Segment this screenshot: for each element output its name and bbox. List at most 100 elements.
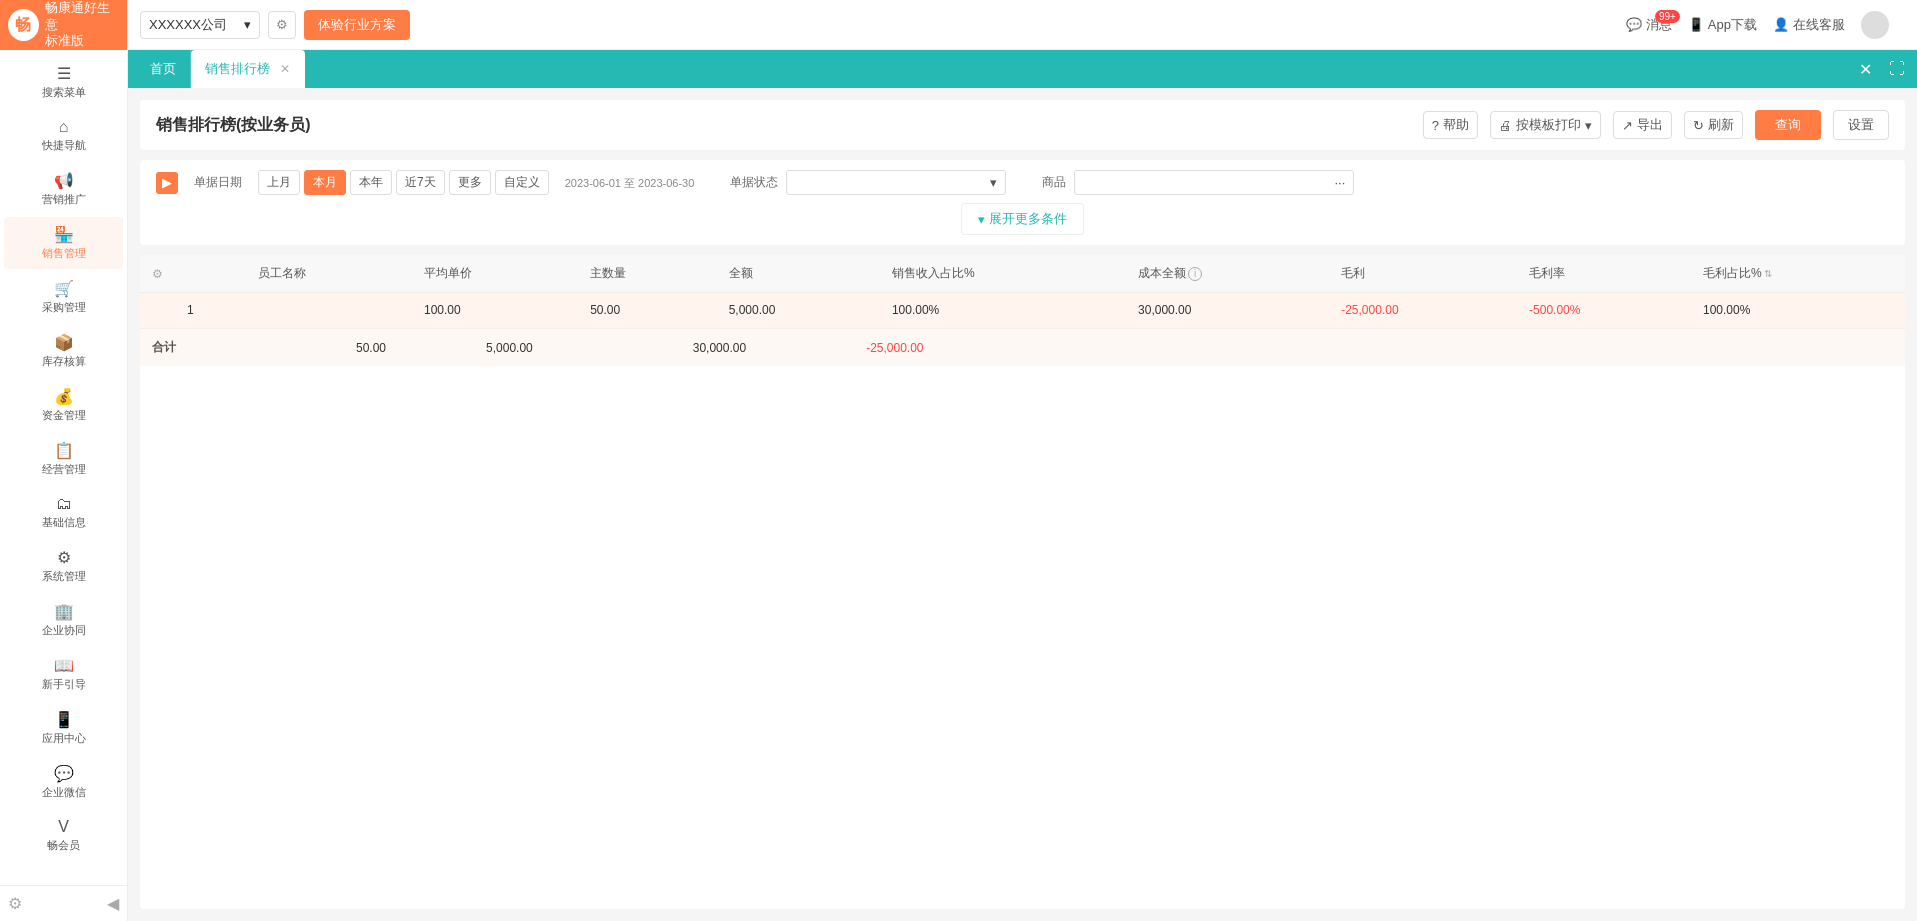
col-profit: 毛利	[1329, 255, 1517, 293]
sidebar-item-corp-wechat[interactable]: 💬 企业微信	[4, 756, 123, 808]
sidebar-item-base-info[interactable]: 🗂 基础信息	[4, 487, 123, 538]
company-selector[interactable]: XXXXXX公司 ▾	[140, 11, 260, 39]
date-custom[interactable]: 自定义	[495, 170, 549, 195]
date-more[interactable]: 更多	[449, 170, 491, 195]
filter-bar: ▶ 单据日期 上月 本月 本年 近7天 更多 自定义 2023-06-01 至 …	[140, 160, 1905, 245]
sidebar-item-purchase[interactable]: 🛒采购管理	[4, 271, 123, 323]
sidebar-item-system[interactable]: ⚙ 系统管理	[4, 540, 123, 592]
date-range: 2023-06-01 至 2023-06-30	[565, 176, 695, 191]
row-amount: 5,000.00	[717, 293, 880, 328]
date-options: 上月 本月 本年 近7天 更多 自定义	[258, 170, 549, 195]
sidebar-icon-corp-wechat: 💬	[54, 764, 74, 783]
row-qty: 50.00	[578, 293, 716, 328]
row-employee	[246, 293, 412, 328]
sidebar-item-sales[interactable]: 🏪销售管理	[4, 217, 123, 269]
sidebar-item-quick-nav[interactable]: ⌂ 快捷导航	[4, 110, 123, 161]
print-dropdown-icon: ▾	[1585, 118, 1592, 133]
online-service-button[interactable]: 👤 在线客服	[1773, 16, 1845, 34]
goods-input[interactable]: ···	[1074, 170, 1354, 195]
query-button[interactable]: 查询	[1755, 110, 1821, 140]
sidebar: 畅 畅康通好生意 标准版 ☰搜索菜单⌂快捷导航📢营销推广🏪销售管理🛒采购管理📦库…	[0, 0, 128, 921]
sidebar-item-member[interactable]: V畅会员	[4, 810, 123, 861]
trial-button[interactable]: 体验行业方案	[304, 10, 410, 40]
sidebar-icon-system: ⚙	[57, 548, 71, 567]
col-sales-pct: 销售收入占比%	[880, 255, 1126, 293]
col-settings[interactable]: ⚙	[140, 255, 175, 293]
sidebar-label-quick-nav: 快捷导航	[42, 138, 86, 153]
row-cost: 30,000.00	[1126, 293, 1329, 328]
sidebar-item-search-order[interactable]: ☰搜索菜单	[4, 56, 123, 108]
sidebar-settings-icon[interactable]: ⚙	[8, 894, 22, 913]
print-icon: 🖨	[1499, 118, 1512, 133]
topbar-right: 💬 消息 99+ 📱 App下载 👤 在线客服	[1626, 11, 1905, 39]
goods-filter: 商品 ···	[1042, 170, 1354, 195]
export-icon: ↗	[1622, 118, 1633, 133]
sidebar-icon-base-info: 🗂	[56, 495, 72, 513]
template-print-button[interactable]: 🖨 按模板打印 ▾	[1490, 111, 1601, 139]
cost-info-icon[interactable]: i	[1188, 267, 1202, 281]
date-current-month[interactable]: 本月	[304, 170, 346, 195]
sidebar-item-marketing[interactable]: 📢营销推广	[4, 163, 123, 215]
avatar[interactable]	[1861, 11, 1889, 39]
sidebar-item-app-center[interactable]: 📱应用中心	[4, 702, 123, 754]
sidebar-icon-member: V	[58, 818, 69, 836]
sidebar-item-inventory[interactable]: 📦库存核算	[4, 325, 123, 377]
date-current-year[interactable]: 本年	[350, 170, 392, 195]
tab-bar-actions: ✕ ⛶	[1853, 57, 1909, 81]
logo-text: 畅康通好生意 标准版	[45, 0, 119, 50]
tab-fullscreen-button[interactable]: ⛶	[1885, 57, 1909, 81]
footer-amount: 5,000.00	[486, 341, 533, 355]
tab-close-all-button[interactable]: ✕	[1853, 57, 1877, 81]
export-button[interactable]: ↗ 导出	[1613, 111, 1672, 139]
help-button[interactable]: ? 帮助	[1423, 111, 1478, 139]
topbar-gear-button[interactable]: ⚙	[268, 11, 296, 39]
message-badge: 99+	[1655, 10, 1680, 23]
sidebar-label-operations: 经营管理	[42, 462, 86, 477]
sidebar-label-system: 系统管理	[42, 569, 86, 584]
row-profit-pct: 100.00%	[1691, 293, 1905, 328]
goods-more-icon: ···	[1335, 175, 1346, 190]
tab-home[interactable]: 首页	[136, 50, 191, 88]
sidebar-item-finance[interactable]: 💰资金管理	[4, 379, 123, 431]
sidebar-collapse-icon[interactable]: ◀	[107, 894, 119, 913]
content-area: 销售排行榜(按业务员) ? 帮助 🖨 按模板打印 ▾ ↗ 导出 ↻ 刷新	[128, 88, 1917, 921]
date-last-7-days[interactable]: 近7天	[396, 170, 445, 195]
status-label: 单据状态	[730, 174, 778, 191]
filter-arrow-button[interactable]: ▶	[156, 172, 178, 194]
app-download-button[interactable]: 📱 App下载	[1688, 16, 1757, 34]
sidebar-item-corp-coop[interactable]: 🏢企业协同	[4, 594, 123, 646]
tab-sales-rank[interactable]: 销售排行榜 ✕	[191, 50, 305, 88]
message-button[interactable]: 💬 消息 99+	[1626, 16, 1672, 34]
row-sales-pct: 100.00%	[880, 293, 1126, 328]
status-select[interactable]: ▾	[786, 170, 1006, 195]
row-avg-price: 100.00	[412, 293, 578, 328]
sidebar-label-corp-wechat: 企业微信	[42, 785, 86, 800]
sidebar-label-purchase: 采购管理	[42, 300, 86, 315]
table-container: ⚙ 员工名称 平均单价 主数量 全额 销售收入占比% 成本全额i 毛利 毛利率 …	[140, 255, 1905, 909]
footer-profit: -25,000.00	[866, 341, 923, 355]
settings-button[interactable]: 设置	[1833, 110, 1889, 140]
footer-cost: 30,000.00	[693, 341, 746, 355]
sidebar-label-sales: 销售管理	[42, 246, 86, 261]
sales-rank-tab-close[interactable]: ✕	[280, 62, 290, 76]
sidebar-label-guide: 新手引导	[42, 677, 86, 692]
col-profit-rate: 毛利率	[1517, 255, 1691, 293]
sidebar-item-guide[interactable]: 📖新手引导	[4, 648, 123, 700]
main-area: XXXXXX公司 ▾ ⚙ 体验行业方案 💬 消息 99+ 📱 App下载 👤 在…	[128, 0, 1917, 921]
profit-pct-sort-icon[interactable]: ⇅	[1764, 268, 1772, 279]
col-amount: 全额	[717, 255, 880, 293]
date-label: 单据日期	[194, 174, 242, 191]
date-last-month[interactable]: 上月	[258, 170, 300, 195]
refresh-button[interactable]: ↻ 刷新	[1684, 111, 1743, 139]
sidebar-item-operations[interactable]: 📋经营管理	[4, 433, 123, 485]
tab-bar: 首页 销售排行榜 ✕ ✕ ⛶	[128, 50, 1917, 88]
expand-conditions-button[interactable]: ▾ 展开更多条件	[961, 203, 1084, 235]
sidebar-label-inventory: 库存核算	[42, 354, 86, 369]
sidebar-label-finance: 资金管理	[42, 408, 86, 423]
sidebar-icon-quick-nav: ⌂	[59, 118, 69, 136]
sidebar-footer: ⚙ ◀	[0, 885, 127, 921]
page-title: 销售排行榜(按业务员)	[156, 115, 311, 136]
sidebar-label-base-info: 基础信息	[42, 515, 86, 530]
col-profit-pct: 毛利占比%⇅	[1691, 255, 1905, 293]
col-rank	[175, 255, 246, 293]
